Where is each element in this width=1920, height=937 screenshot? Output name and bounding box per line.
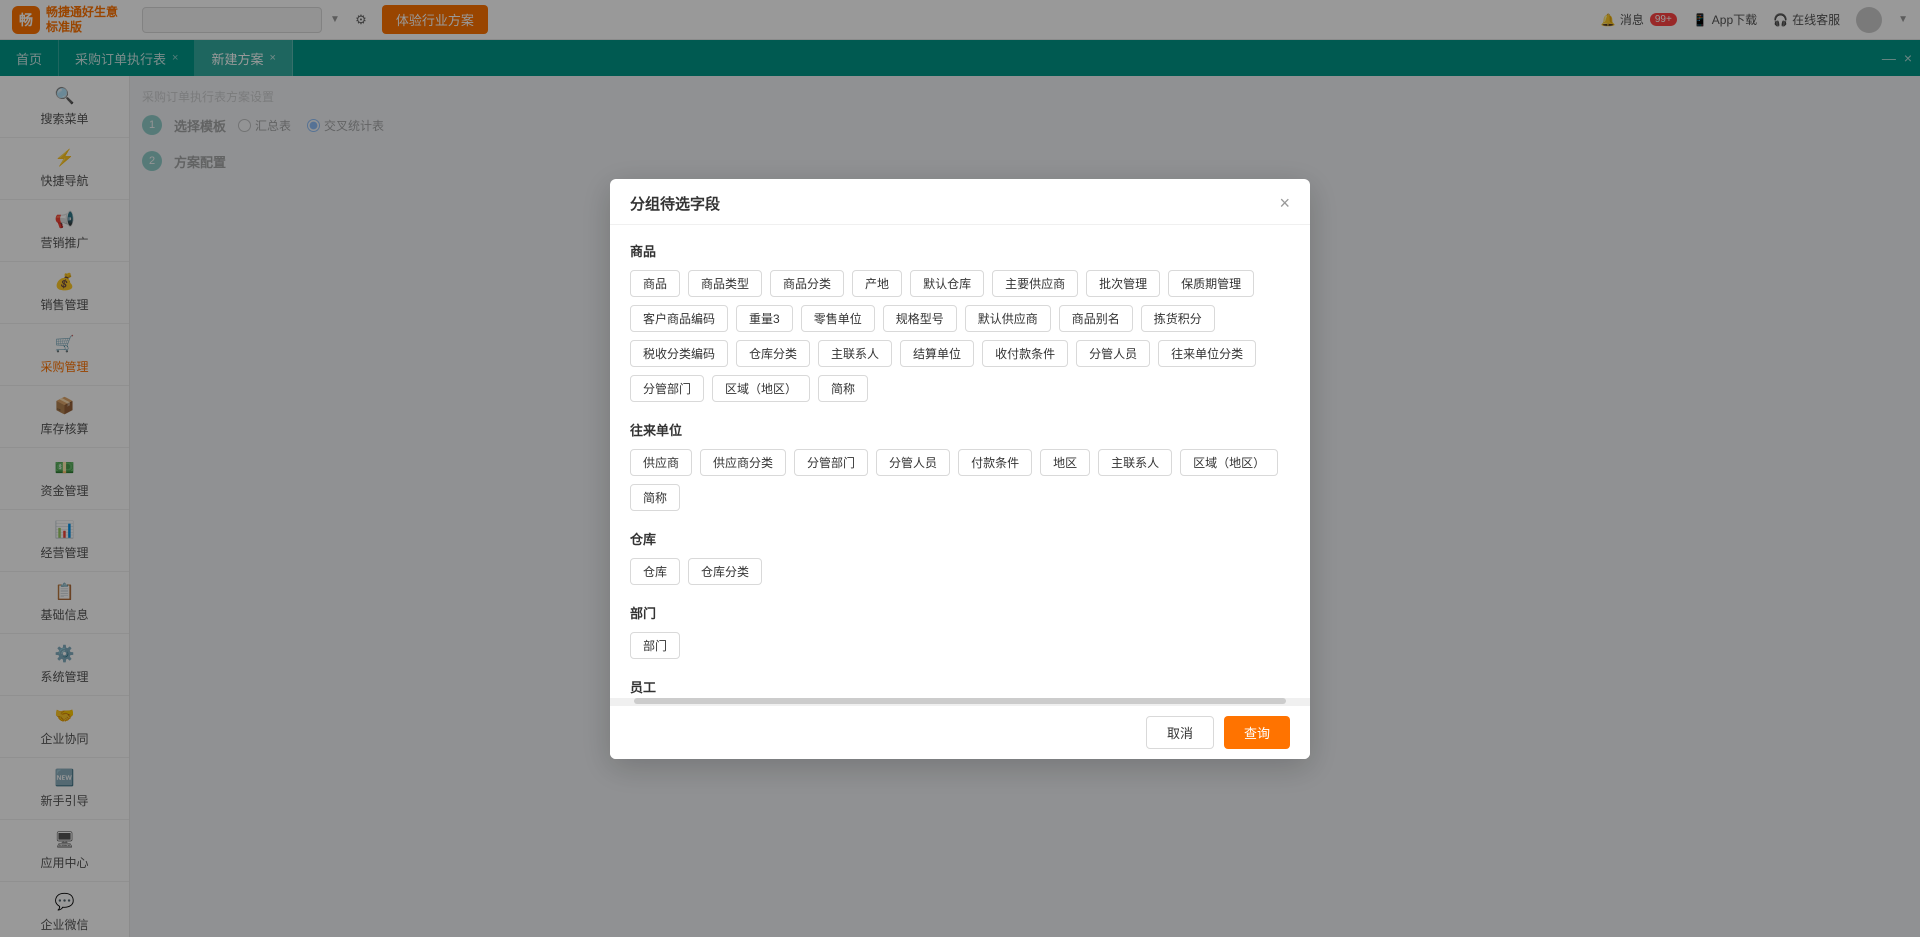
field-pick-points[interactable]: 拣货积分 <box>1141 305 1215 332</box>
field-managing-dept[interactable]: 分管部门 <box>630 375 704 402</box>
field-person[interactable]: 分管人员 <box>876 449 950 476</box>
confirm-button[interactable]: 查询 <box>1224 716 1290 749</box>
field-region-product[interactable]: 区域（地区） <box>712 375 810 402</box>
section-product-fields: 商品 商品类型 商品分类 产地 默认仓库 主要供应商 批次管理 保质期管理 客户… <box>630 270 1290 402</box>
field-product-category[interactable]: 商品分类 <box>770 270 844 297</box>
section-partner-fields: 供应商 供应商分类 分管部门 分管人员 付款条件 地区 主联系人 区域（地区） … <box>630 449 1290 511</box>
field-shelf-life[interactable]: 保质期管理 <box>1168 270 1254 297</box>
field-partner-category[interactable]: 往来单位分类 <box>1158 340 1256 367</box>
section-dept-fields: 部门 <box>630 632 1290 659</box>
field-spec-model[interactable]: 规格型号 <box>883 305 957 332</box>
field-product[interactable]: 商品 <box>630 270 680 297</box>
field-supplier-category[interactable]: 供应商分类 <box>700 449 786 476</box>
field-main-supplier[interactable]: 主要供应商 <box>992 270 1078 297</box>
section-product-title: 商品 <box>630 241 1290 260</box>
field-short-name-product[interactable]: 简称 <box>818 375 868 402</box>
field-short-name-partner[interactable]: 简称 <box>630 484 680 511</box>
section-partner: 往来单位 供应商 供应商分类 分管部门 分管人员 付款条件 地区 主联系人 区域… <box>630 420 1290 511</box>
modal-close-button[interactable]: × <box>1279 194 1290 212</box>
section-employee: 员工 业务员 <box>630 677 1290 699</box>
section-employee-title: 员工 <box>630 677 1290 696</box>
field-default-warehouse[interactable]: 默认仓库 <box>910 270 984 297</box>
field-main-contact-partner[interactable]: 主联系人 <box>1098 449 1172 476</box>
section-warehouse-fields: 仓库 仓库分类 <box>630 558 1290 585</box>
field-select-modal: 分组待选字段 × 商品 商品 商品类型 商品分类 产地 默认仓库 主要供应商 批… <box>610 179 1310 759</box>
field-origin[interactable]: 产地 <box>852 270 902 297</box>
field-payment-terms[interactable]: 收付款条件 <box>982 340 1068 367</box>
field-warehouse-category[interactable]: 仓库分类 <box>736 340 810 367</box>
field-product-alias[interactable]: 商品别名 <box>1059 305 1133 332</box>
section-dept-title: 部门 <box>630 603 1290 622</box>
modal-body[interactable]: 商品 商品 商品类型 商品分类 产地 默认仓库 主要供应商 批次管理 保质期管理… <box>610 225 1310 699</box>
field-default-supplier[interactable]: 默认供应商 <box>965 305 1051 332</box>
section-product: 商品 商品 商品类型 商品分类 产地 默认仓库 主要供应商 批次管理 保质期管理… <box>630 241 1290 402</box>
field-region-partner[interactable]: 区域（地区） <box>1180 449 1278 476</box>
modal-footer: 取消 查询 <box>610 705 1310 759</box>
field-area[interactable]: 地区 <box>1040 449 1090 476</box>
field-payment-cond[interactable]: 付款条件 <box>958 449 1032 476</box>
field-main-contact[interactable]: 主联系人 <box>818 340 892 367</box>
section-warehouse: 仓库 仓库 仓库分类 <box>630 529 1290 585</box>
modal-horizontal-scrollbar[interactable] <box>610 698 1310 704</box>
section-dept: 部门 部门 <box>630 603 1290 659</box>
modal-scroll-thumb[interactable] <box>634 698 1286 704</box>
modal-title: 分组待选字段 <box>630 193 720 214</box>
cancel-button[interactable]: 取消 <box>1146 716 1214 749</box>
section-partner-title: 往来单位 <box>630 420 1290 439</box>
field-warehouse-cat[interactable]: 仓库分类 <box>688 558 762 585</box>
field-weight[interactable]: 重量3 <box>736 305 793 332</box>
field-batch-mgmt[interactable]: 批次管理 <box>1086 270 1160 297</box>
field-dept[interactable]: 分管部门 <box>794 449 868 476</box>
field-warehouse[interactable]: 仓库 <box>630 558 680 585</box>
field-product-type[interactable]: 商品类型 <box>688 270 762 297</box>
field-supplier[interactable]: 供应商 <box>630 449 692 476</box>
field-retail-unit[interactable]: 零售单位 <box>801 305 875 332</box>
field-department[interactable]: 部门 <box>630 632 680 659</box>
field-customer-code[interactable]: 客户商品编码 <box>630 305 728 332</box>
modal-header: 分组待选字段 × <box>610 179 1310 225</box>
field-manager[interactable]: 分管人员 <box>1076 340 1150 367</box>
modal-overlay: 分组待选字段 × 商品 商品 商品类型 商品分类 产地 默认仓库 主要供应商 批… <box>0 0 1920 937</box>
field-settlement-unit[interactable]: 结算单位 <box>900 340 974 367</box>
section-warehouse-title: 仓库 <box>630 529 1290 548</box>
field-tax-code[interactable]: 税收分类编码 <box>630 340 728 367</box>
